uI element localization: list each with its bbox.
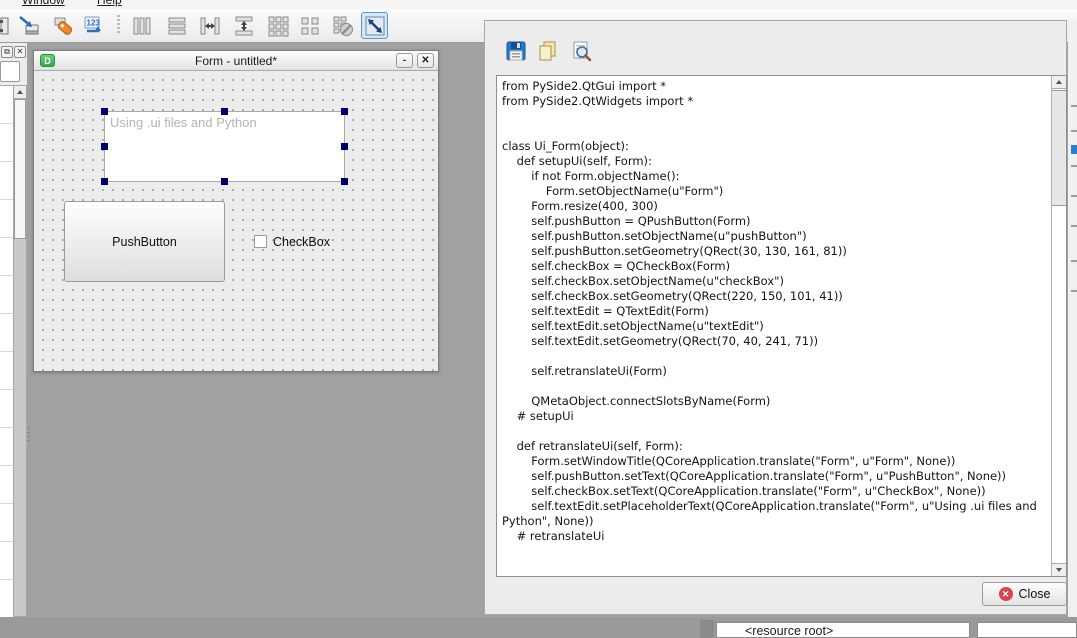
- edge-tick: [1071, 290, 1077, 292]
- designer-badge-icon: D: [40, 54, 55, 67]
- selection-handle-ne[interactable]: [341, 108, 348, 115]
- resource-browser-bar: <resource root>: [0, 617, 1077, 638]
- edit-widgets-icon: [0, 16, 9, 36]
- break-layout-button[interactable]: [329, 12, 356, 39]
- save-icon: [505, 40, 527, 62]
- form-close-button[interactable]: ✕: [417, 53, 434, 68]
- copy-button[interactable]: [535, 38, 561, 64]
- menu-help[interactable]: Help: [97, 0, 122, 7]
- code-scroll-down-button[interactable]: [1052, 563, 1066, 576]
- menu-window[interactable]: Window: [22, 0, 65, 7]
- code-scroll-up-button[interactable]: [1052, 76, 1066, 89]
- layout-vertical-icon: [166, 15, 188, 37]
- splitter-horizontal-icon: [199, 15, 221, 37]
- resource-detail-pane[interactable]: [977, 622, 1077, 638]
- textedit-placeholder: Using .ui files and Python: [110, 115, 257, 130]
- edit-tab-order-button[interactable]: 123: [80, 12, 107, 39]
- layout-grid-icon: [267, 15, 289, 37]
- adjust-size-button[interactable]: [361, 12, 388, 39]
- close-button-label: Close: [1019, 587, 1051, 601]
- widget-list[interactable]: [0, 85, 13, 617]
- widget-filter-input[interactable]: [0, 61, 20, 82]
- layout-vertical-button[interactable]: [163, 12, 190, 39]
- widget-list-scrollbar[interactable]: [13, 85, 27, 617]
- edit-signals-slots-button[interactable]: [15, 12, 42, 39]
- selection-handle-n[interactable]: [221, 108, 228, 115]
- code-scrollbar-thumb[interactable]: [1052, 90, 1066, 206]
- svg-text:123: 123: [86, 18, 100, 27]
- selection-handle-nw[interactable]: [101, 108, 108, 115]
- save-button[interactable]: [503, 38, 529, 64]
- edit-signals-slots-icon: [18, 15, 40, 37]
- splitter-horizontal-button[interactable]: [196, 12, 223, 39]
- widget-box-panel: ⧉ ✕: [0, 43, 27, 617]
- close-button[interactable]: ✕ Close: [982, 582, 1067, 606]
- edge-tick: [1071, 260, 1077, 262]
- edge-selection-mark: [1071, 145, 1077, 154]
- resource-splitter-grip[interactable]: [700, 620, 714, 638]
- pushbutton-widget[interactable]: PushButton: [64, 201, 225, 282]
- edge-tick: [1071, 225, 1077, 227]
- find-button[interactable]: [569, 38, 595, 64]
- resource-tree[interactable]: <resource root>: [716, 622, 970, 638]
- edit-widgets-button[interactable]: [0, 12, 12, 39]
- selection-handle-se[interactable]: [341, 178, 348, 185]
- dock-float-button[interactable]: ⧉: [1, 46, 13, 58]
- form-window: D Form - untitled* - ✕ Using .ui files a…: [33, 50, 439, 372]
- edge-tick: [1071, 165, 1077, 167]
- form-window-titlebar[interactable]: D Form - untitled* - ✕: [34, 51, 438, 71]
- toolbar-separator: [117, 15, 120, 35]
- layout-form-button[interactable]: [296, 12, 323, 39]
- layout-form-icon: [299, 15, 321, 37]
- layout-horizontal-button[interactable]: [128, 12, 155, 39]
- form-canvas[interactable]: Using .ui files and Python PushButton Ch…: [34, 71, 438, 371]
- close-icon: ✕: [999, 587, 1013, 601]
- code-view[interactable]: from PySide2.QtGui import * from PySide2…: [496, 75, 1067, 577]
- dock-resize-handle[interactable]: [27, 428, 30, 444]
- edge-tick: [1071, 195, 1077, 197]
- code-preview-dialog: from PySide2.QtGui import * from PySide2…: [484, 20, 1067, 615]
- edge-tick: [1071, 130, 1077, 132]
- dock-close-button[interactable]: ✕: [14, 46, 26, 58]
- edit-tab-order-icon: 123: [83, 15, 105, 37]
- layout-horizontal-icon: [131, 15, 153, 37]
- edit-buddies-icon: [53, 15, 75, 37]
- resource-root-item[interactable]: <resource root>: [745, 624, 833, 638]
- selection-handle-s[interactable]: [221, 178, 228, 185]
- checkbox-box[interactable]: [254, 235, 267, 248]
- selection-handle-w[interactable]: [101, 143, 108, 150]
- scrollbar-thumb[interactable]: [14, 99, 26, 239]
- form-minimize-button[interactable]: -: [396, 53, 413, 68]
- splitter-vertical-button[interactable]: [230, 12, 257, 39]
- form-window-title: Form - untitled*: [34, 54, 438, 68]
- generated-code[interactable]: from PySide2.QtGui import * from PySide2…: [497, 76, 1050, 547]
- edit-buddies-button[interactable]: [50, 12, 77, 39]
- checkbox-widget[interactable]: CheckBox: [254, 221, 355, 262]
- break-layout-icon: [332, 15, 354, 37]
- layout-grid-button[interactable]: [264, 12, 291, 39]
- scroll-up-button[interactable]: [14, 86, 26, 99]
- adjust-size-icon: [364, 15, 386, 37]
- copy-icon: [537, 40, 559, 62]
- splitter-vertical-icon: [233, 15, 255, 37]
- menu-bar: Window Help: [0, 0, 1077, 9]
- selection-handle-e[interactable]: [341, 143, 348, 150]
- textedit-widget[interactable]: Using .ui files and Python: [104, 111, 345, 182]
- checkbox-label: CheckBox: [273, 235, 330, 249]
- selection-handle-sw[interactable]: [101, 178, 108, 185]
- edge-tick: [1071, 105, 1077, 107]
- code-scrollbar[interactable]: [1051, 76, 1066, 576]
- find-icon: [571, 40, 593, 62]
- right-edge-panel: [1068, 20, 1077, 617]
